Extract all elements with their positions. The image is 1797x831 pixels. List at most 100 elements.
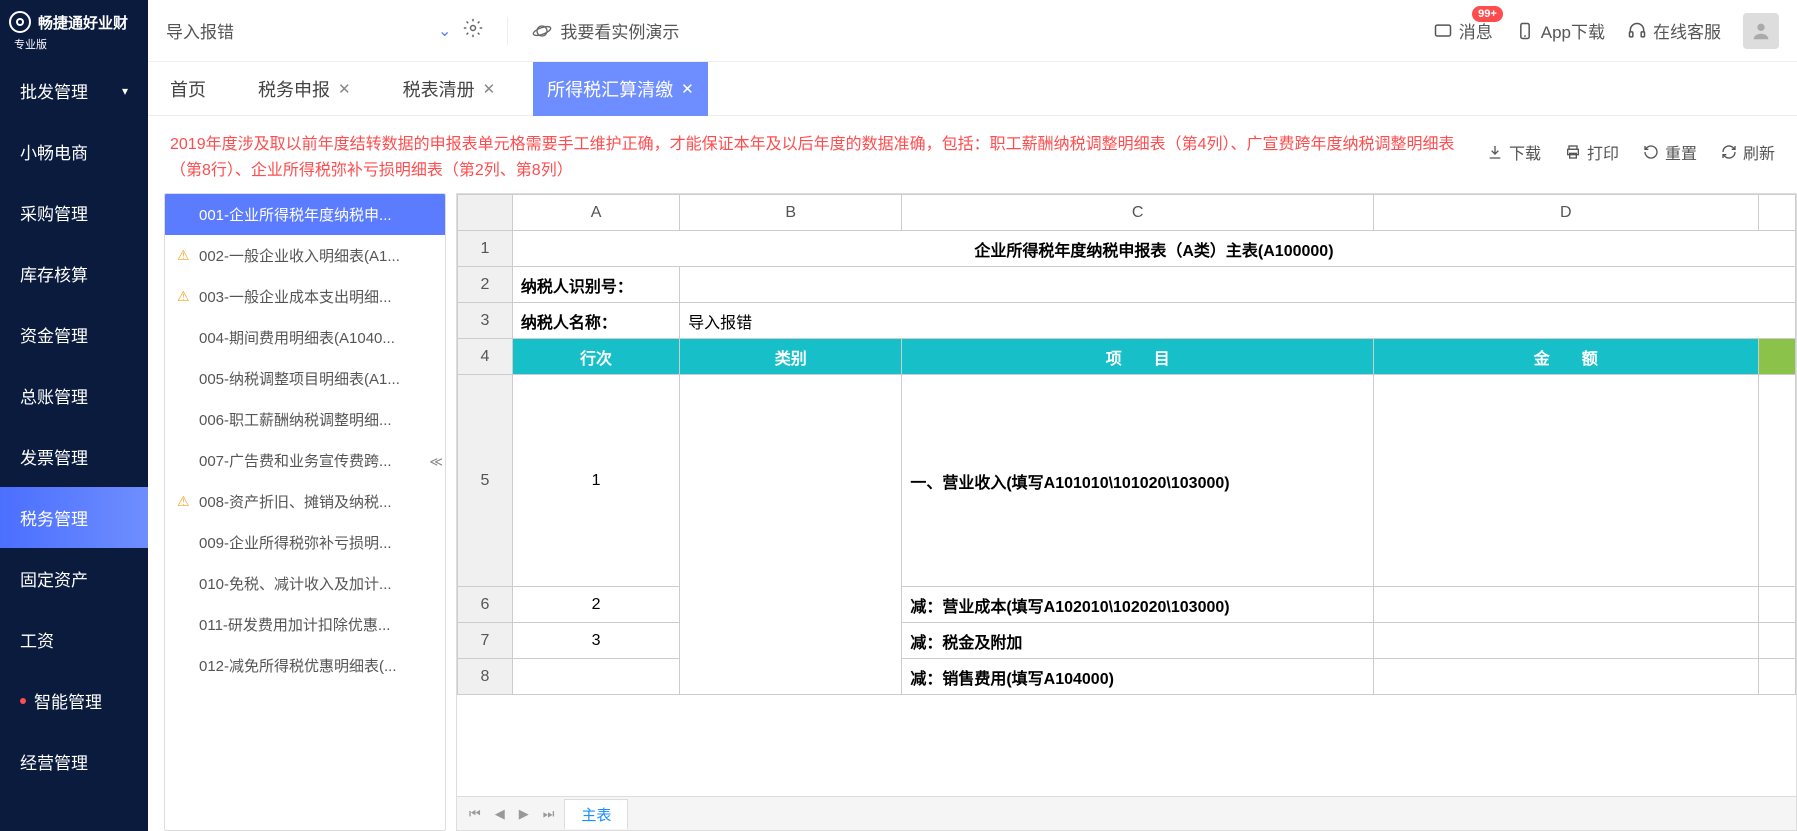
row-header[interactable]: 1 bbox=[458, 231, 513, 267]
table-row: 3 纳税人名称： 导入报错 bbox=[458, 303, 1796, 339]
gear-icon[interactable] bbox=[463, 18, 483, 44]
avatar[interactable] bbox=[1743, 13, 1779, 49]
col-header[interactable]: A bbox=[512, 195, 679, 231]
sidebar-item[interactable]: 工资 bbox=[0, 609, 148, 670]
notice-text: 2019年度涉及取以前年度结转数据的申报表单元格需要手工维护正确，才能保证本年及… bbox=[170, 132, 1469, 183]
report-list-item[interactable]: ⚠003-一般企业成本支出明细... bbox=[165, 276, 445, 317]
sheet-tab[interactable]: 主表 bbox=[564, 799, 628, 829]
corner-cell bbox=[458, 195, 513, 231]
cell[interactable]: 导入报错 bbox=[680, 303, 1796, 339]
report-list-item[interactable]: 012-减免所得税优惠明细表(... bbox=[165, 645, 445, 686]
report-list-item[interactable]: ⚠002-一般企业收入明细表(A1... bbox=[165, 235, 445, 276]
report-list-item[interactable]: ⚠008-资产折旧、摊销及纳税... bbox=[165, 481, 445, 522]
search-input[interactable]: 导入报错 bbox=[166, 18, 426, 43]
app-download-button[interactable]: App下载 bbox=[1515, 18, 1605, 43]
sidebar-item[interactable]: 发票管理 bbox=[0, 426, 148, 487]
report-list-item[interactable]: 011-研发费用加计扣除优惠... bbox=[165, 604, 445, 645]
cell[interactable] bbox=[680, 267, 1796, 303]
sidebar-item[interactable]: 批发管理▾ bbox=[0, 60, 148, 121]
chevron-down-icon[interactable]: ⌄ bbox=[438, 21, 451, 41]
col-header[interactable]: D bbox=[1374, 195, 1758, 231]
tab[interactable]: 首页 bbox=[166, 62, 220, 116]
sidebar-item[interactable]: 固定资产 bbox=[0, 548, 148, 609]
row-header[interactable]: 6 bbox=[458, 587, 513, 623]
warning-icon: ⚠ bbox=[177, 493, 193, 510]
tab[interactable]: 税务申报✕ bbox=[244, 62, 365, 116]
sidebar-item[interactable]: 总账管理 bbox=[0, 365, 148, 426]
report-item-label: 003-一般企业成本支出明细... bbox=[199, 286, 392, 307]
sidebar-item-label: 智能管理 bbox=[34, 688, 102, 713]
print-button[interactable]: 打印 bbox=[1565, 140, 1619, 164]
col-header[interactable]: C bbox=[902, 195, 1374, 231]
cell[interactable] bbox=[512, 659, 679, 695]
close-icon[interactable]: ✕ bbox=[338, 80, 351, 98]
cell[interactable]: 纳税人名称： bbox=[512, 303, 679, 339]
warning-icon: ⚠ bbox=[177, 247, 193, 264]
tab[interactable]: 所得税汇算清缴✕ bbox=[533, 62, 708, 116]
message-icon bbox=[1433, 21, 1453, 41]
report-item-label: 007-广告费和业务宣传费跨... bbox=[199, 450, 392, 471]
sidebar-item[interactable]: 小畅电商 bbox=[0, 121, 148, 182]
cell[interactable]: 减：销售费用(填写A104000) bbox=[902, 659, 1374, 695]
table-row: 1 企业所得税年度纳税申报表（A类）主表(A100000) bbox=[458, 231, 1796, 267]
row-header[interactable]: 5 bbox=[458, 375, 513, 587]
report-list-item[interactable]: 005-纳税调整项目明细表(A1... bbox=[165, 358, 445, 399]
report-list-item[interactable]: 004-期间费用明细表(A1040... bbox=[165, 317, 445, 358]
cell[interactable] bbox=[1758, 623, 1795, 659]
report-list-item[interactable]: 001-企业所得税年度纳税申... bbox=[165, 194, 445, 235]
next-icon[interactable]: ▶ bbox=[515, 806, 533, 822]
cell[interactable] bbox=[1374, 623, 1758, 659]
sidebar-item[interactable]: 库存核算 bbox=[0, 243, 148, 304]
support-button[interactable]: 在线客服 bbox=[1627, 18, 1721, 43]
sidebar-item[interactable]: 经营管理 bbox=[0, 731, 148, 792]
cell[interactable]: 纳税人识别号： bbox=[512, 267, 679, 303]
sheet-title[interactable]: 企业所得税年度纳税申报表（A类）主表(A100000) bbox=[512, 231, 1795, 267]
cell[interactable] bbox=[1374, 659, 1758, 695]
refresh-icon bbox=[1721, 144, 1737, 160]
cell[interactable] bbox=[1374, 375, 1758, 587]
col-header[interactable]: B bbox=[680, 195, 902, 231]
cell[interactable]: 1 bbox=[512, 375, 679, 587]
cell[interactable]: 3 bbox=[512, 623, 679, 659]
collapse-icon[interactable]: ≪ bbox=[429, 454, 443, 470]
row-header[interactable]: 3 bbox=[458, 303, 513, 339]
prev-icon[interactable]: ◀ bbox=[491, 806, 509, 822]
sidebar-item[interactable]: 采购管理 bbox=[0, 182, 148, 243]
dot-icon bbox=[20, 698, 26, 704]
cell[interactable] bbox=[1758, 659, 1795, 695]
message-button[interactable]: 消息 99+ bbox=[1433, 18, 1493, 43]
tabs: 首页税务申报✕ 税表清册✕ 所得税汇算清缴✕ bbox=[148, 62, 1797, 116]
download-button[interactable]: 下载 bbox=[1487, 140, 1541, 164]
cell[interactable] bbox=[1758, 375, 1795, 587]
cell[interactable]: 减：税金及附加 bbox=[902, 623, 1374, 659]
sidebar-item[interactable]: 资金管理 bbox=[0, 304, 148, 365]
sidebar-item-label: 发票管理 bbox=[20, 444, 88, 469]
report-list-item[interactable]: 009-企业所得税弥补亏损明... bbox=[165, 522, 445, 563]
report-list-item[interactable]: 006-职工薪酬纳税调整明细... bbox=[165, 399, 445, 440]
cell[interactable] bbox=[1374, 587, 1758, 623]
last-icon[interactable]: ⏭ bbox=[539, 806, 559, 822]
cell[interactable] bbox=[680, 375, 902, 695]
demo-link[interactable]: 我要看实例演示 bbox=[532, 18, 679, 43]
report-list-item[interactable]: 010-免税、减计收入及加计... bbox=[165, 563, 445, 604]
sheet-grid[interactable]: A B C D 1 企业所得税年度纳税申报表（A类）主表(A100000) 2 bbox=[457, 194, 1796, 796]
planet-icon bbox=[532, 21, 552, 41]
refresh-button[interactable]: 刷新 bbox=[1721, 140, 1775, 164]
cell[interactable]: 减：营业成本(填写A102010\102020\103000) bbox=[902, 587, 1374, 623]
report-list-item[interactable]: 007-广告费和业务宣传费跨... bbox=[165, 440, 445, 481]
close-icon[interactable]: ✕ bbox=[681, 80, 694, 98]
cell[interactable]: 2 bbox=[512, 587, 679, 623]
cell[interactable]: 一、营业收入(填写A101010\101020\103000) bbox=[902, 375, 1374, 587]
sidebar-item[interactable]: 税务管理 bbox=[0, 487, 148, 548]
reset-button[interactable]: 重置 bbox=[1643, 140, 1697, 164]
tab[interactable]: 税表清册✕ bbox=[389, 62, 510, 116]
cell[interactable] bbox=[1758, 587, 1795, 623]
sidebar-item[interactable]: 智能管理 bbox=[0, 670, 148, 731]
report-item-label: 012-减免所得税优惠明细表(... bbox=[199, 655, 397, 676]
row-header[interactable]: 8 bbox=[458, 659, 513, 695]
row-header[interactable]: 7 bbox=[458, 623, 513, 659]
row-header[interactable]: 2 bbox=[458, 267, 513, 303]
first-icon[interactable]: ⏮ bbox=[465, 806, 485, 822]
row-header[interactable]: 4 bbox=[458, 339, 513, 375]
close-icon[interactable]: ✕ bbox=[483, 80, 496, 98]
